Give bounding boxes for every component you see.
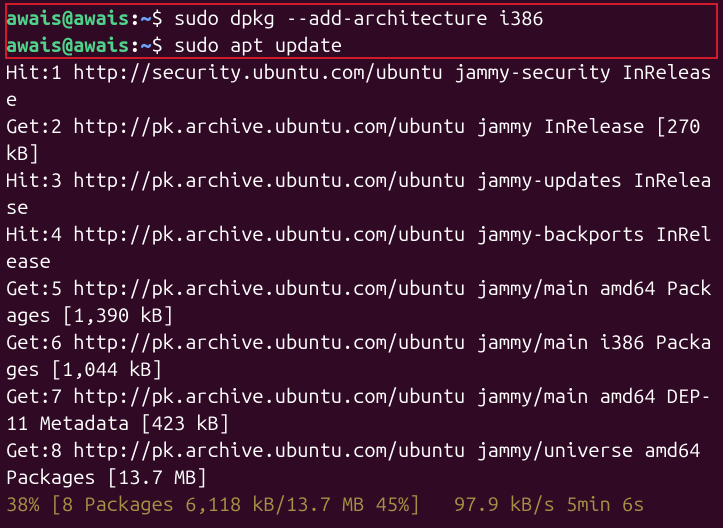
apt-output-line: Get:5 http://pk.archive.ubuntu.com/ubunt…	[6, 274, 717, 328]
apt-output-line: Get:8 http://pk.archive.ubuntu.com/ubunt…	[6, 436, 717, 490]
prompt-path: ~	[140, 6, 151, 29]
prompt-user-host: awais@awais	[6, 6, 129, 29]
highlighted-commands: awais@awais:~$ sudo dpkg --add-architect…	[6, 4, 717, 58]
command-1: sudo dpkg --add-architecture i386	[174, 6, 544, 29]
progress-left: 38% [8 Packages 6,118 kB/13.7 MB 45%]	[6, 492, 420, 515]
prompt-dollar: $	[152, 6, 174, 29]
prompt-line-2: awais@awais:~$ sudo apt update	[6, 33, 342, 56]
apt-output-line: Get:2 http://pk.archive.ubuntu.com/ubunt…	[6, 112, 717, 166]
prompt-colon: :	[129, 33, 140, 56]
apt-output-line: Get:6 http://pk.archive.ubuntu.com/ubunt…	[6, 328, 717, 382]
prompt-line-1: awais@awais:~$ sudo dpkg --add-architect…	[6, 6, 544, 29]
terminal-window[interactable]: awais@awais:~$ sudo dpkg --add-architect…	[6, 4, 717, 517]
apt-output-line: Hit:1 http://security.ubuntu.com/ubuntu …	[6, 58, 717, 112]
prompt-colon: :	[129, 6, 140, 29]
apt-output-line: Get:7 http://pk.archive.ubuntu.com/ubunt…	[6, 382, 717, 436]
command-2: sudo apt update	[174, 33, 342, 56]
apt-output-line: Hit:3 http://pk.archive.ubuntu.com/ubunt…	[6, 166, 717, 220]
apt-progress-line: 38% [8 Packages 6,118 kB/13.7 MB 45%] 97…	[6, 490, 717, 517]
progress-right: 97.9 kB/s 5min 6s	[454, 492, 644, 515]
prompt-dollar: $	[152, 33, 174, 56]
apt-output-line: Hit:4 http://pk.archive.ubuntu.com/ubunt…	[6, 220, 717, 274]
prompt-path: ~	[140, 33, 151, 56]
prompt-user-host: awais@awais	[6, 33, 129, 56]
